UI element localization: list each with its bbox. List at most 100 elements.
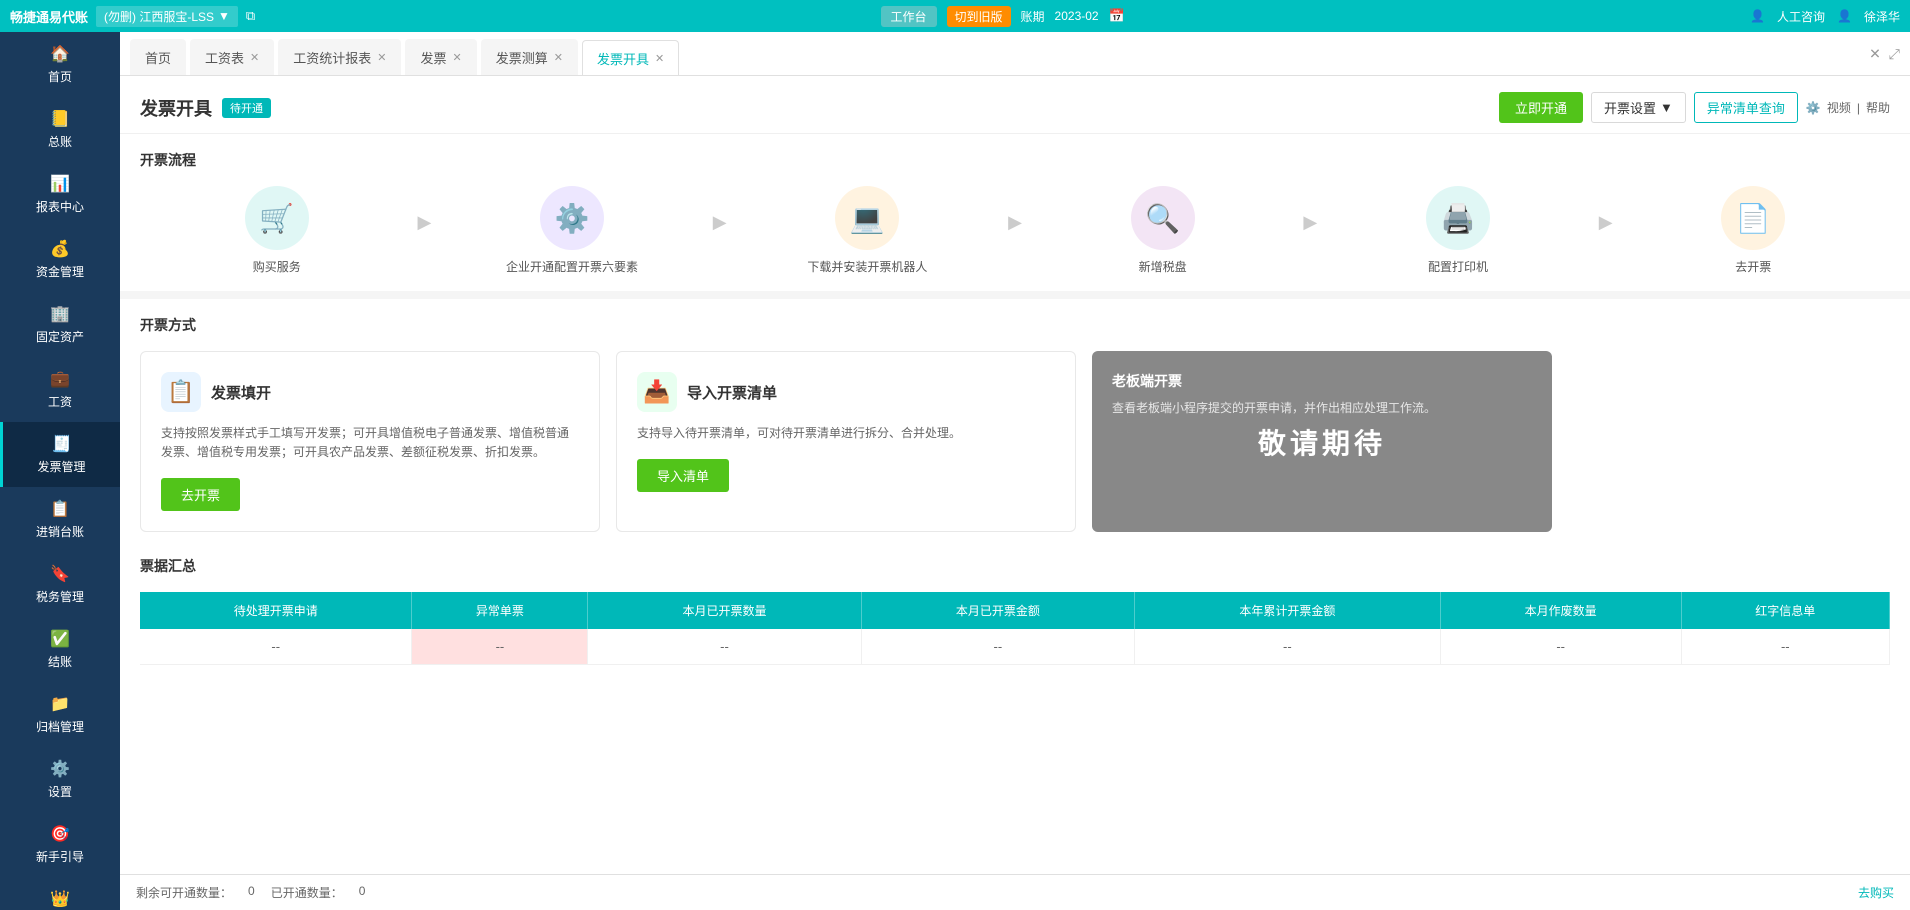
step-printer[interactable]: 🖨️ 配置打印机 (1321, 186, 1594, 275)
sidebar-icon-reports: 📊 (50, 174, 70, 194)
summary-cell-4: -- (1134, 629, 1440, 665)
fill-card-icon: 📋 (161, 372, 201, 412)
tab-label-payroll: 工资表 (205, 48, 244, 67)
page-title: 发票开具 (140, 95, 212, 121)
sidebar: 🏠首页📒总账📊报表中心💰资金管理🏢固定资产 💼 工资 🧾发票管理📋进销台账🔖税务管理✅… (0, 32, 120, 910)
summary-cell-2: -- (588, 629, 861, 665)
step-taxdisk[interactable]: 🔍 新增税盘 (1026, 186, 1299, 275)
summary-cell-1: -- (412, 629, 588, 665)
sidebar-icon-salary: 💼 (50, 369, 70, 389)
workspace-button[interactable]: 工作台 (881, 6, 937, 27)
sidebar-label-ledger: 总账 (48, 133, 72, 150)
open-now-button[interactable]: 立即开通 (1499, 92, 1583, 123)
tab-payroll_report[interactable]: 工资统计报表 ✕ (278, 39, 401, 75)
summary-col-本月已开票金额: 本月已开票金额 (861, 592, 1134, 629)
summary-table: 待处理开票申请异常单票本月已开票数量本月已开票金额本年累计开票金额本月作废数量红… (140, 592, 1890, 665)
step-buy[interactable]: 🛒 购买服务 (140, 186, 413, 275)
method-card-fill: 📋 发票填开 支持按照发票样式手工填写开发票；可开具增值税电子普通发票、增值税普… (140, 351, 600, 532)
tab-label-payroll_report: 工资统计报表 (293, 48, 371, 67)
copy-icon[interactable]: ⧉ (246, 8, 255, 24)
avatar: 👤 (1837, 9, 1852, 23)
open-settings-button[interactable]: 开票设置 ▼ (1591, 92, 1686, 123)
tab-close-payroll[interactable]: ✕ (250, 51, 259, 64)
sidebar-item-funds[interactable]: 💰资金管理 (0, 227, 120, 292)
top-bar-left: 畅捷通易代账 (勿删) 江西服宝-LSS ▼ ⧉ (10, 6, 255, 27)
sidebar-item-salary[interactable]: 💼 工资 (0, 357, 120, 422)
summary-section-title: 票据汇总 (140, 556, 1890, 576)
tab-close-invoice_tool[interactable]: ✕ (655, 52, 664, 65)
sidebar-item-settings[interactable]: ⚙️ 设置 (0, 747, 120, 812)
step-arrow-1: ▶ (413, 212, 435, 233)
sidebar-label-salary: 工资 (48, 393, 72, 410)
method-card-fill-header: 📋 发票填开 (161, 372, 579, 412)
step-icon-buy: 🛒 (245, 186, 309, 250)
method-card-import-header: 📥 导入开票清单 (637, 372, 1055, 412)
page-content: 发票开具 待开通 立即开通 开票设置 ▼ 异常清单查询 ⚙️ 视频 | 帮助 (120, 76, 1910, 874)
sidebar-item-purchase[interactable]: 📋进销台账 (0, 487, 120, 552)
step-configure[interactable]: ⚙️ 企业开通配置开票六要素 (435, 186, 708, 275)
main-layout: 🏠首页📒总账📊报表中心💰资金管理🏢固定资产 💼 工资 🧾发票管理📋进销台账🔖税务管理✅… (0, 32, 1910, 910)
summary-col-本月已开票数量: 本月已开票数量 (588, 592, 861, 629)
sidebar-item-ledger[interactable]: 📒总账 (0, 97, 120, 162)
service-icon: 👤 (1750, 9, 1765, 23)
view-label[interactable]: 视频 (1827, 99, 1851, 116)
step-download[interactable]: 💻 下载并安装开票机器人 (731, 186, 1004, 275)
summary-cell-6: -- (1681, 629, 1889, 665)
tab-close-invoice_calc[interactable]: ✕ (554, 51, 563, 64)
tab-invoice_tool[interactable]: 发票开具 ✕ (582, 40, 679, 76)
step-label-ticket: 去开票 (1735, 258, 1771, 275)
sidebar-label-settings: 设置 (48, 783, 72, 800)
calendar-icon[interactable]: 📅 (1109, 8, 1125, 24)
sidebar-icon-settings: ⚙️ (50, 759, 70, 779)
sidebar-item-tax[interactable]: 🔖税务管理 (0, 552, 120, 617)
sidebar-item-member[interactable]: 👑畅会员 (0, 877, 120, 910)
tab-bar: 首页工资表✕工资统计报表✕发票✕发票测算✕发票开具✕ ✕ ⤢ (120, 32, 1910, 76)
close-all-icon[interactable]: ✕ (1869, 45, 1881, 62)
bottom-bar-left: 剩余可开通数量： 0 已开通数量： 0 (136, 884, 365, 901)
import-card-button[interactable]: 导入清单 (637, 459, 729, 492)
tab-label-invoice_tool: 发票开具 (597, 49, 649, 68)
help-label[interactable]: 帮助 (1866, 99, 1890, 116)
sidebar-item-archive[interactable]: 📁归档管理 (0, 682, 120, 747)
sidebar-item-settle[interactable]: ✅结账 (0, 617, 120, 682)
tab-close-invoice[interactable]: ✕ (453, 51, 462, 64)
summary-col-待处理开票申请: 待处理开票申请 (140, 592, 412, 629)
sidebar-item-home[interactable]: 🏠首页 (0, 32, 120, 97)
summary-cell-0: -- (140, 629, 412, 665)
step-arrow-5: ▶ (1595, 212, 1617, 233)
user-name[interactable]: 徐泽华 (1864, 8, 1900, 25)
tab-invoice_calc[interactable]: 发票测算✕ (481, 39, 578, 75)
sidebar-item-reports[interactable]: 📊报表中心 (0, 162, 120, 227)
fill-card-button[interactable]: 去开票 (161, 478, 240, 511)
step-label-buy: 购买服务 (253, 258, 301, 275)
method-cards: 📋 发票填开 支持按照发票样式手工填写开发票；可开具增值税电子普通发票、增值税普… (140, 351, 1890, 532)
sidebar-item-invoice[interactable]: 🧾发票管理 (0, 422, 120, 487)
sidebar-icon-member: 👑 (50, 889, 70, 909)
tab-right-icons: ✕ ⤢ (1869, 45, 1900, 62)
coming-soon-overlay: 敬请期待 (1092, 351, 1552, 532)
step-icon-printer: 🖨️ (1426, 186, 1490, 250)
tab-invoice[interactable]: 发票 ✕ (405, 39, 476, 75)
sidebar-label-home: 首页 (48, 68, 72, 85)
company-label: (勿删) 江西服宝-LSS (104, 8, 214, 25)
open-settings-label: 开票设置 (1604, 98, 1656, 117)
sidebar-label-tax: 税务管理 (36, 588, 84, 605)
restore-icon[interactable]: ⤢ (1889, 45, 1900, 62)
user-service-label[interactable]: 人工咨询 (1777, 8, 1825, 25)
abnormal-query-button[interactable]: 异常清单查询 (1694, 92, 1798, 123)
settings-dropdown-icon: ▼ (1660, 100, 1673, 115)
tab-label-invoice: 发票 (420, 48, 446, 67)
method-card-old: 老板端开票 查看老板端小程序提交的开票申请，并作出相应处理工作流。 敬请期待 (1092, 351, 1552, 532)
period-value: 2023-02 (1055, 9, 1099, 23)
sidebar-item-guide[interactable]: 🎯新手引导 (0, 812, 120, 877)
summary-col-本年累计开票金额: 本年累计开票金额 (1134, 592, 1440, 629)
company-selector[interactable]: (勿删) 江西服宝-LSS ▼ (96, 6, 238, 27)
step-ticket[interactable]: 📄 去开票 (1617, 186, 1890, 275)
help-settings-icon: ⚙️ (1806, 101, 1821, 115)
old-version-button[interactable]: 切到旧版 (947, 6, 1011, 27)
tab-home[interactable]: 首页 (130, 39, 186, 75)
tab-payroll[interactable]: 工资表 ✕ (190, 39, 274, 75)
buy-link[interactable]: 去购买 (1858, 884, 1894, 901)
tab-close-payroll_report[interactable]: ✕ (377, 51, 386, 64)
sidebar-item-assets[interactable]: 🏢固定资产 (0, 292, 120, 357)
